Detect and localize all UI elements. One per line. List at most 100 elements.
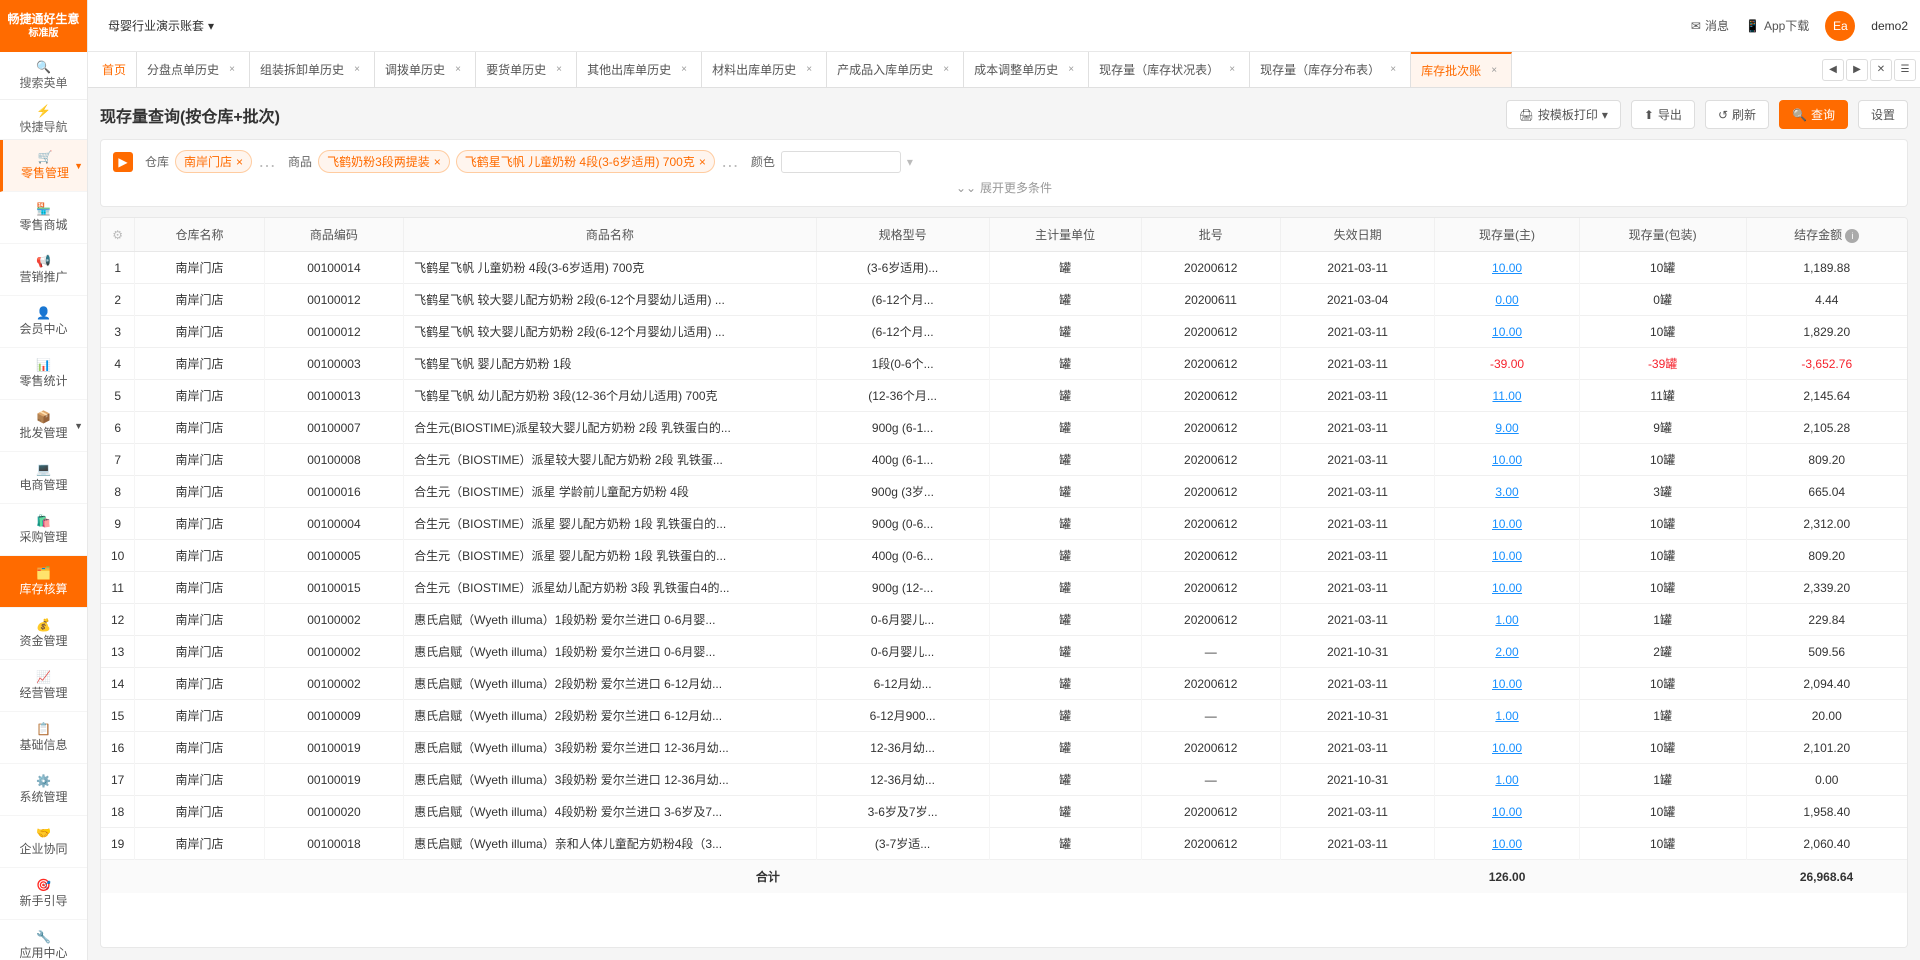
sidebar-item-retail-mgmt[interactable]: 🛒 零售管理 ▼	[0, 140, 87, 192]
print-button[interactable]: 🖨 按模板打印 ▾	[1506, 100, 1621, 129]
tab-assembly[interactable]: 组装拆卸单历史 ×	[250, 52, 375, 88]
app-download-button[interactable]: 📱 App下载	[1745, 17, 1809, 34]
refresh-button[interactable]: ↺ 刷新	[1705, 100, 1769, 129]
cell-qty-main[interactable]: 10.00	[1435, 508, 1579, 540]
tab-batch-ledger[interactable]: 库存批次账 ×	[1411, 52, 1512, 88]
sidebar-item-marketing[interactable]: 📢 营销推广	[0, 244, 87, 296]
close-icon[interactable]: ×	[350, 63, 364, 77]
sidebar-item-system[interactable]: ⚙️ 系统管理	[0, 764, 87, 816]
cell-qty-main[interactable]: 10.00	[1435, 572, 1579, 604]
tab-prev-button[interactable]: ◀	[1822, 59, 1844, 81]
cell-spec: 900g (12-...	[816, 572, 989, 604]
cell-spec: 12-36月幼...	[816, 732, 989, 764]
company-dropdown[interactable]: 母婴行业演示账套 ▾	[100, 13, 222, 38]
settings-icon[interactable]: ⚙	[112, 228, 123, 242]
tab-close-button[interactable]: ✕	[1870, 59, 1892, 81]
cell-code: 00100018	[264, 828, 403, 860]
sidebar-item-retail-stats[interactable]: 📊 零售统计	[0, 348, 87, 400]
close-icon[interactable]: ×	[1225, 63, 1239, 77]
tab-home[interactable]: 首页	[92, 52, 137, 88]
sidebar-item-basic-info[interactable]: 📋 基础信息	[0, 712, 87, 764]
product-tag-close[interactable]: ×	[434, 155, 441, 169]
cell-qty-main[interactable]: 10.00	[1435, 796, 1579, 828]
cell-amount: 1,829.20	[1746, 316, 1907, 348]
cell-qty-main[interactable]: 3.00	[1435, 476, 1579, 508]
sidebar-item-member[interactable]: 👤 会员中心	[0, 296, 87, 348]
col-name: 商品名称	[404, 218, 816, 252]
settings-button[interactable]: 设置	[1858, 100, 1908, 129]
sidebar-item-enterprise[interactable]: 🤝 企业协同	[0, 816, 87, 868]
tab-material-outbound[interactable]: 材料出库单历史 ×	[702, 52, 827, 88]
tab-inventory-count[interactable]: 分盘点单历史 ×	[137, 52, 250, 88]
cell-qty-main[interactable]: 9.00	[1435, 412, 1579, 444]
amount-info-icon[interactable]: i	[1845, 229, 1859, 243]
sidebar-item-ecommerce[interactable]: 💻 电商管理	[0, 452, 87, 504]
tab-finished-inbound[interactable]: 产成品入库单历史 ×	[827, 52, 964, 88]
cell-qty-main[interactable]: 10.00	[1435, 316, 1579, 348]
filter-expand-left-button[interactable]: ▶	[113, 152, 133, 172]
product-tag-close2[interactable]: ×	[699, 155, 706, 169]
cell-spec: (6-12个月...	[816, 316, 989, 348]
cell-qty-main[interactable]: 0.00	[1435, 284, 1579, 316]
tab-stock-dist[interactable]: 现存量（库存分布表） ×	[1250, 52, 1411, 88]
cell-qty-main[interactable]: 10.00	[1435, 828, 1579, 860]
cell-qty-main[interactable]: 11.00	[1435, 380, 1579, 412]
cell-qty-main[interactable]: 10.00	[1435, 444, 1579, 476]
cell-qty-main[interactable]: 10.00	[1435, 252, 1579, 284]
cell-expire: 2021-03-11	[1280, 252, 1434, 284]
tab-cost-adjust[interactable]: 成本调整单历史 ×	[964, 52, 1089, 88]
product-more-icon[interactable]: …	[721, 151, 739, 172]
message-button[interactable]: ✉ 消息	[1691, 17, 1729, 34]
search-button[interactable]: 🔍 查询	[1779, 100, 1848, 129]
close-icon[interactable]: ×	[1064, 63, 1078, 77]
close-icon[interactable]: ×	[1386, 63, 1400, 77]
sidebar-item-guide[interactable]: 🎯 新手引导	[0, 868, 87, 920]
cell-qty-main[interactable]: 10.00	[1435, 732, 1579, 764]
close-icon[interactable]: ×	[552, 63, 566, 77]
sidebar-item-operations[interactable]: 📈 经营管理	[0, 660, 87, 712]
tab-requisition[interactable]: 要货单历史 ×	[476, 52, 577, 88]
close-icon[interactable]: ×	[1487, 64, 1501, 78]
close-icon[interactable]: ×	[451, 63, 465, 77]
color-dropdown-icon[interactable]: ▾	[907, 155, 913, 169]
cell-qty-main[interactable]: 10.00	[1435, 540, 1579, 572]
cell-warehouse: 南岸门店	[135, 668, 264, 700]
close-icon[interactable]: ×	[225, 63, 239, 77]
sidebar-item-retail-store[interactable]: 🏪 零售商城	[0, 192, 87, 244]
cell-no: 14	[101, 668, 135, 700]
home-label: 首页	[102, 61, 126, 78]
tab-menu-button[interactable]: ☰	[1894, 59, 1916, 81]
cell-spec: 400g (0-6...	[816, 540, 989, 572]
cell-amount: 809.20	[1746, 540, 1907, 572]
cell-qty-main[interactable]: 1.00	[1435, 604, 1579, 636]
export-label: 导出	[1658, 106, 1682, 123]
avatar[interactable]: Ea	[1825, 11, 1855, 41]
cell-name: 飞鹤星飞帆 较大婴儿配方奶粉 2段(6-12个月婴幼儿适用) ...	[404, 284, 816, 316]
cell-no: 13	[101, 636, 135, 668]
cell-qty-main[interactable]: 10.00	[1435, 668, 1579, 700]
cell-qty-main[interactable]: 1.00	[1435, 700, 1579, 732]
cell-qty-main[interactable]: 2.00	[1435, 636, 1579, 668]
sidebar-item-finance[interactable]: 💰 资金管理	[0, 608, 87, 660]
tab-stock-status[interactable]: 现存量（库存状况表） ×	[1089, 52, 1250, 88]
sidebar-item-inventory[interactable]: 🗂️ 库存核算	[0, 556, 87, 608]
warehouse-tag-close[interactable]: ×	[236, 155, 243, 169]
sidebar-item-wholesale[interactable]: 📦 批发管理 ▼	[0, 400, 87, 452]
enterprise-icon: 🤝	[36, 826, 51, 840]
close-icon[interactable]: ×	[939, 63, 953, 77]
tab-other-outbound[interactable]: 其他出库单历史 ×	[577, 52, 702, 88]
sidebar-item-quicknav[interactable]: ⚡ 快捷导航	[0, 100, 87, 140]
close-icon[interactable]: ×	[802, 63, 816, 77]
filter-expand-row[interactable]: ⌄⌄ 展开更多条件	[113, 179, 1895, 196]
close-icon[interactable]: ×	[677, 63, 691, 77]
cell-qty-main[interactable]: 1.00	[1435, 764, 1579, 796]
color-input[interactable]	[781, 151, 901, 173]
sidebar-item-purchase[interactable]: 🛍️ 采购管理	[0, 504, 87, 556]
sidebar-item-search[interactable]: 🔍 搜索英单	[0, 52, 87, 100]
tab-transfer[interactable]: 调拨单历史 ×	[375, 52, 476, 88]
tab-next-button[interactable]: ▶	[1846, 59, 1868, 81]
cell-code: 00100015	[264, 572, 403, 604]
export-button[interactable]: ⬆ 导出	[1631, 100, 1695, 129]
sidebar-item-app-center[interactable]: 🔧 应用中心	[0, 920, 87, 960]
warehouse-more-icon[interactable]: …	[258, 151, 276, 172]
